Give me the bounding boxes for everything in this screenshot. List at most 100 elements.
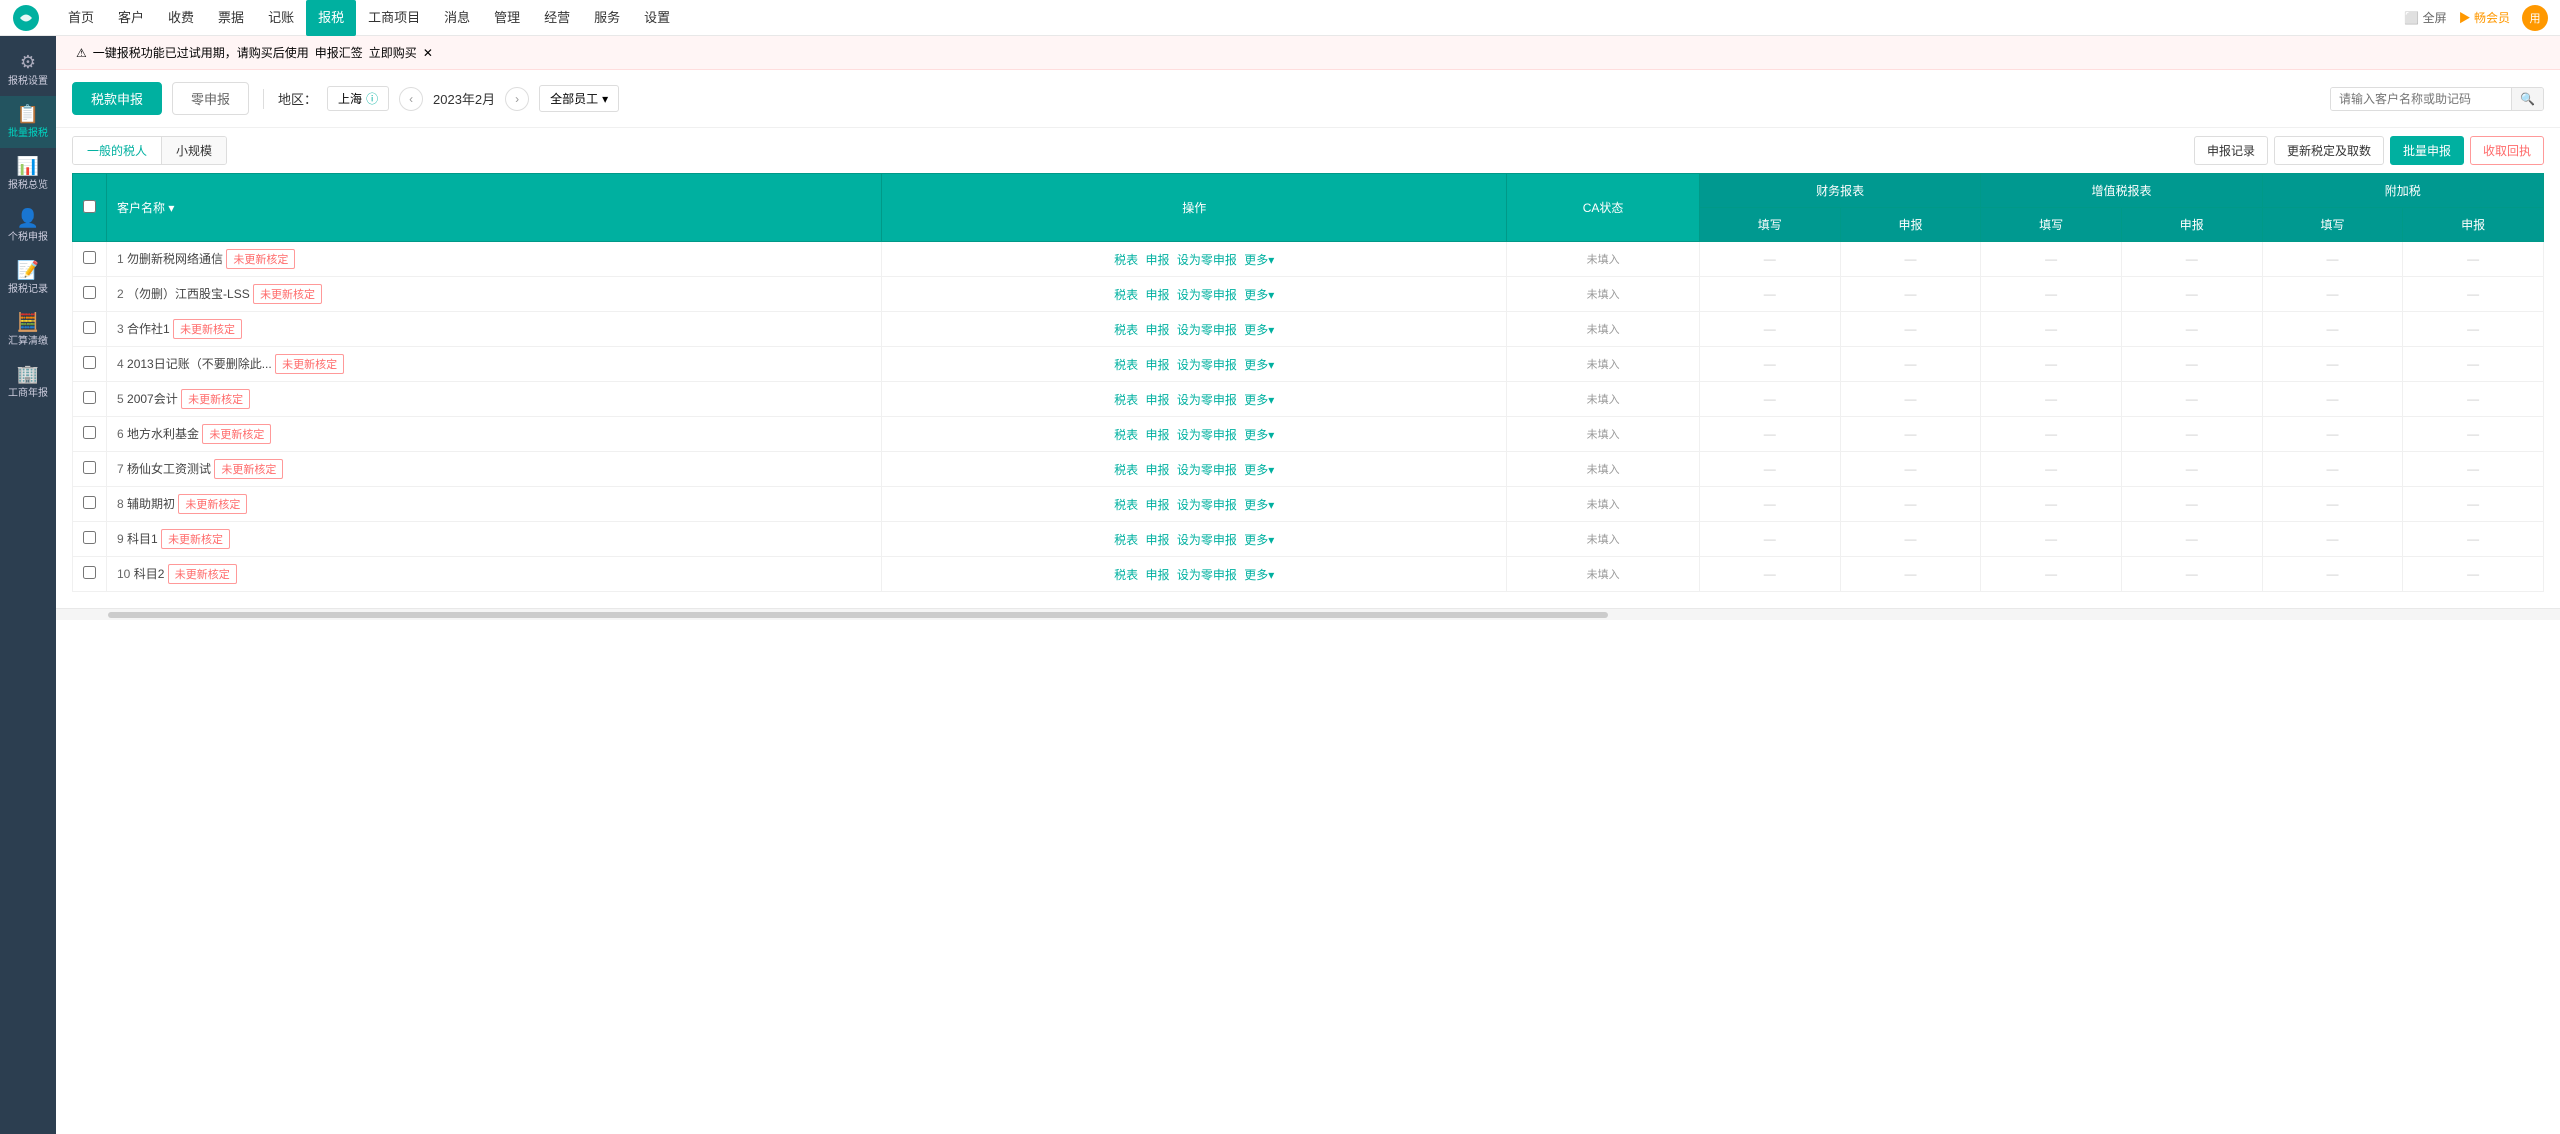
next-month-button[interactable]: › — [505, 87, 529, 111]
tab-tax-declaration[interactable]: 税款申报 — [72, 82, 162, 115]
search-button[interactable]: 🔍 — [2511, 88, 2543, 110]
search-input[interactable] — [2331, 88, 2511, 110]
op-declare[interactable]: 申报 — [1146, 253, 1170, 267]
op-zero-declare[interactable]: 设为零申报 — [1177, 428, 1237, 442]
batch-declare-button[interactable]: 批量申报 — [2390, 136, 2464, 165]
op-declare[interactable]: 申报 — [1146, 393, 1170, 407]
op-more[interactable]: 更多▾ — [1244, 568, 1274, 582]
col-1: — — [1840, 242, 1981, 277]
row-checkbox[interactable] — [83, 391, 96, 404]
scroll-thumb[interactable] — [108, 612, 1608, 618]
op-more[interactable]: 更多▾ — [1244, 463, 1274, 477]
fullscreen-button[interactable]: ⬜ 全屏 — [2404, 9, 2446, 26]
op-tax-table[interactable]: 税表 — [1114, 533, 1138, 547]
client-name-cell: 5 2007会计 未更新核定 — [107, 382, 882, 417]
op-zero-declare[interactable]: 设为零申报 — [1177, 568, 1237, 582]
nav-tax[interactable]: 报税 — [306, 0, 356, 36]
nav-bookkeeping[interactable]: 记账 — [256, 0, 306, 36]
prev-month-button[interactable]: ‹ — [399, 87, 423, 111]
tab-general-taxpayer[interactable]: 一般的税人 — [73, 137, 162, 164]
op-declare[interactable]: 申报 — [1146, 428, 1170, 442]
op-declare[interactable]: 申报 — [1146, 463, 1170, 477]
nav-home[interactable]: 首页 — [56, 0, 106, 36]
sidebar-item-annual-report[interactable]: 🏢 工商年报 — [0, 356, 56, 408]
op-tax-table[interactable]: 税表 — [1114, 393, 1138, 407]
nav-operation[interactable]: 经营 — [532, 0, 582, 36]
op-tax-table[interactable]: 税表 — [1114, 253, 1138, 267]
op-zero-declare[interactable]: 设为零申报 — [1177, 323, 1237, 337]
op-more[interactable]: 更多▾ — [1244, 533, 1274, 547]
nav-business[interactable]: 工商项目 — [356, 0, 432, 36]
op-declare[interactable]: 申报 — [1146, 498, 1170, 512]
op-zero-declare[interactable]: 设为零申报 — [1177, 393, 1237, 407]
update-tax-button[interactable]: 更新税定及取数 — [2274, 136, 2384, 165]
nav-service[interactable]: 服务 — [582, 0, 632, 36]
sidebar-item-tax-record[interactable]: 📝 报税记录 — [0, 252, 56, 304]
op-declare[interactable]: 申报 — [1146, 288, 1170, 302]
row-checkbox[interactable] — [83, 286, 96, 299]
banner-link-report[interactable]: 申报汇签 — [315, 44, 363, 61]
row-checkbox-cell — [73, 347, 107, 382]
op-zero-declare[interactable]: 设为零申报 — [1177, 533, 1237, 547]
op-tax-table[interactable]: 税表 — [1114, 568, 1138, 582]
op-zero-declare[interactable]: 设为零申报 — [1177, 463, 1237, 477]
op-declare[interactable]: 申报 — [1146, 568, 1170, 582]
row-checkbox[interactable] — [83, 461, 96, 474]
op-zero-declare[interactable]: 设为零申报 — [1177, 498, 1237, 512]
nav-invoice[interactable]: 票据 — [206, 0, 256, 36]
sidebar-item-tax-overview[interactable]: 📊 报税总览 — [0, 148, 56, 200]
tab-small-scale[interactable]: 小规模 — [162, 137, 226, 164]
banner-link-buy[interactable]: 立即购买 — [369, 44, 417, 61]
horizontal-scrollbar[interactable] — [56, 608, 2560, 620]
info-icon[interactable]: ⓘ — [366, 90, 378, 107]
op-more[interactable]: 更多▾ — [1244, 358, 1274, 372]
banner-close-button[interactable]: ✕ — [423, 46, 433, 60]
row-checkbox[interactable] — [83, 496, 96, 509]
op-zero-declare[interactable]: 设为零申报 — [1177, 288, 1237, 302]
user-avatar[interactable]: 用 — [2522, 5, 2548, 31]
op-zero-declare[interactable]: 设为零申报 — [1177, 358, 1237, 372]
staff-selector[interactable]: 全部员工 ▾ — [539, 85, 619, 112]
op-declare[interactable]: 申报 — [1146, 358, 1170, 372]
op-tax-table[interactable]: 税表 — [1114, 498, 1138, 512]
row-checkbox[interactable] — [83, 321, 96, 334]
op-more[interactable]: 更多▾ — [1244, 393, 1274, 407]
sidebar-item-tax-settings[interactable]: ⚙ 报税设置 — [0, 44, 56, 96]
col-4: — — [2262, 312, 2403, 347]
op-more[interactable]: 更多▾ — [1244, 323, 1274, 337]
row-checkbox[interactable] — [83, 251, 96, 264]
op-more[interactable]: 更多▾ — [1244, 288, 1274, 302]
sidebar-item-batch-tax[interactable]: 📋 批量报税 — [0, 96, 56, 148]
sidebar-item-personal-tax[interactable]: 👤 个税申报 — [0, 200, 56, 252]
op-tax-table[interactable]: 税表 — [1114, 323, 1138, 337]
select-all-checkbox[interactable] — [83, 200, 96, 213]
op-tax-table[interactable]: 税表 — [1114, 428, 1138, 442]
op-more[interactable]: 更多▾ — [1244, 498, 1274, 512]
nav-customer[interactable]: 客户 — [106, 0, 156, 36]
nav-settings[interactable]: 设置 — [632, 0, 682, 36]
th-tax-declare: 申报 — [2121, 208, 2262, 242]
op-tax-table[interactable]: 税表 — [1114, 463, 1138, 477]
op-tax-table[interactable]: 税表 — [1114, 288, 1138, 302]
row-checkbox[interactable] — [83, 531, 96, 544]
nav-fee[interactable]: 收费 — [156, 0, 206, 36]
row-checkbox[interactable] — [83, 426, 96, 439]
row-number: 2 — [117, 287, 124, 301]
op-zero-declare[interactable]: 设为零申报 — [1177, 253, 1237, 267]
collect-receipt-button[interactable]: 收取回执 — [2470, 136, 2544, 165]
op-declare[interactable]: 申报 — [1146, 533, 1170, 547]
member-button[interactable]: ▶ 畅会员 — [2459, 9, 2510, 26]
row-checkbox[interactable] — [83, 356, 96, 369]
op-more[interactable]: 更多▾ — [1244, 253, 1274, 267]
sidebar-item-settlement[interactable]: 🧮 汇算清缴 — [0, 304, 56, 356]
sidebar-label-tax-overview: 报税总览 — [8, 180, 48, 192]
row-checkbox[interactable] — [83, 566, 96, 579]
tab-zero-declaration[interactable]: 零申报 — [172, 82, 249, 115]
op-more[interactable]: 更多▾ — [1244, 428, 1274, 442]
nav-manage[interactable]: 管理 — [482, 0, 532, 36]
op-declare[interactable]: 申报 — [1146, 323, 1170, 337]
nav-message[interactable]: 消息 — [432, 0, 482, 36]
declaration-record-button[interactable]: 申报记录 — [2194, 136, 2268, 165]
col-2: — — [1981, 347, 2122, 382]
op-tax-table[interactable]: 税表 — [1114, 358, 1138, 372]
